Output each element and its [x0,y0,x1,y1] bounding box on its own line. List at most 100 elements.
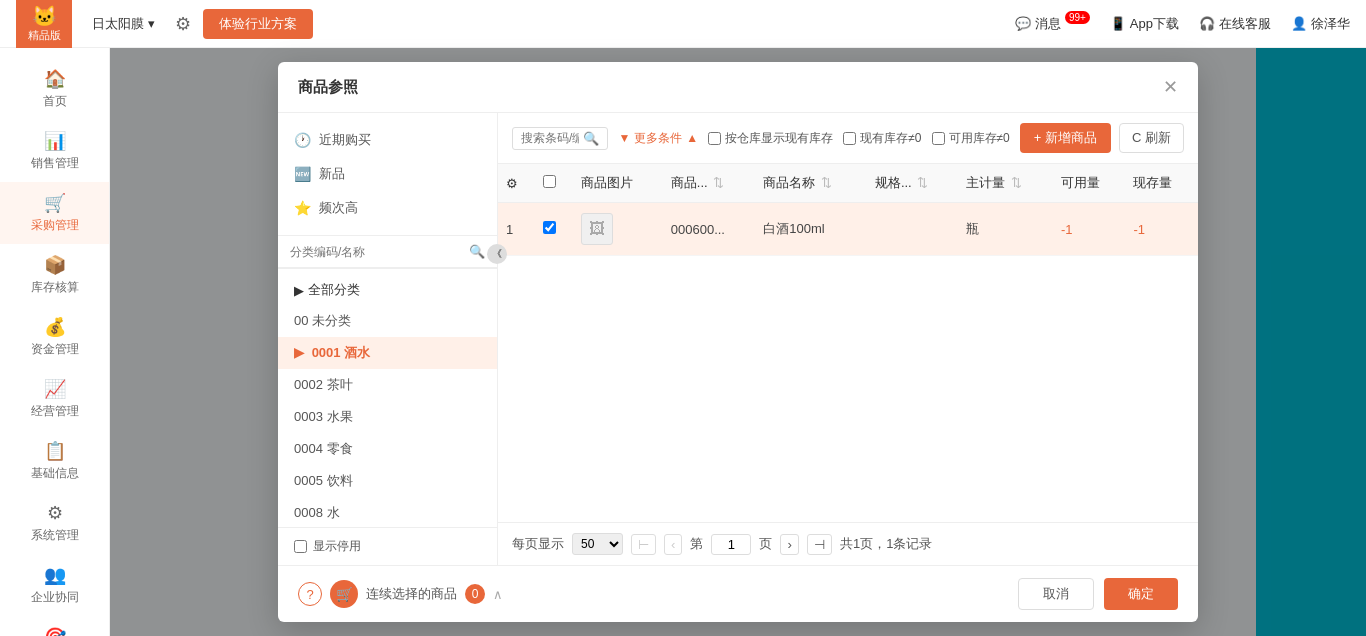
help-icon: ? [306,587,313,602]
col-code[interactable]: 商品... ⇅ [663,164,756,203]
category-item-drink[interactable]: 0005 饮料 [278,465,497,497]
modal-header: 商品参照 ✕ [278,62,1198,113]
category-search-input[interactable] [290,245,465,259]
col-unit[interactable]: 主计量 ⇅ [958,164,1052,203]
sidebar-item-label: 首页 [43,93,67,110]
filter-check-current-stock[interactable]: 现有库存≠0 [843,130,921,147]
sidebar-item-sales[interactable]: 📊 销售管理 [0,120,109,182]
total-info: 共1页，1条记录 [840,535,932,553]
sidebar-item-label: 企业协同 [31,589,79,606]
modal-nav-recent[interactable]: 🕐 近期购买 [278,123,497,157]
logo-sub: 精品版 [28,28,61,43]
page-input[interactable] [711,534,751,555]
page-size-select[interactable]: 50 10 20 100 [572,533,623,555]
table-row[interactable]: 1 🖼 000600... 白酒100ml 瓶 [498,203,1198,256]
chevron-up-small-icon: ▲ [686,131,698,145]
phone-icon: 📱 [1110,16,1126,31]
show-disabled-label: 显示停用 [313,538,361,555]
next-page-button[interactable]: › [780,534,798,555]
available-stock-checkbox[interactable] [932,132,945,145]
warehouse-stock-checkbox[interactable] [708,132,721,145]
col-spec[interactable]: 规格... ⇅ [867,164,959,203]
cancel-button[interactable]: 取消 [1018,578,1094,610]
row-spec [867,203,959,256]
logo: 🐱 精品版 [16,0,72,48]
confirm-button[interactable]: 确定 [1104,578,1178,610]
home-icon: 🏠 [44,68,66,90]
category-label: 全部分类 [308,281,360,299]
app-download-item[interactable]: 📱 App下载 [1110,15,1179,33]
modal-right-panel: 🔍 ▼ 更多条件 ▲ 按仓库显示现有库存 [498,113,1198,565]
message-label: 消息 [1035,15,1061,33]
select-all-checkbox[interactable] [543,175,556,188]
product-table: ⚙ 商品图片 商品... ⇅ 商品名称 [498,164,1198,256]
sidebar-item-stock[interactable]: 📦 库存核算 [0,244,109,306]
current-stock-checkbox[interactable] [843,132,856,145]
prev-page-button[interactable]: ‹ [664,534,682,555]
modal-close-button[interactable]: ✕ [1163,76,1178,98]
message-icon: 💬 [1015,16,1031,31]
collapse-button[interactable]: 《 [487,244,507,264]
nav-right: 💬 消息 99+ 📱 App下载 🎧 在线客服 👤 徐泽华 [1015,15,1350,33]
sidebar-item-collab[interactable]: 👥 企业协同 [0,554,109,616]
category-label: 0008 水 [294,505,340,520]
category-label: 0001 酒水 [312,345,371,360]
product-search-input[interactable] [521,131,579,145]
show-disabled-checkbox[interactable] [294,540,307,553]
add-product-button[interactable]: + 新增商品 [1020,123,1111,153]
product-modal: 商品参照 ✕ 🕐 近期购买 🆕 [278,62,1198,622]
last-page-button[interactable]: ⊣ [807,534,832,555]
filter-check-label: 按仓库显示现有库存 [725,130,833,147]
more-filters-button[interactable]: ▼ 更多条件 ▲ [618,130,698,147]
filter-check-available-stock[interactable]: 可用库存≠0 [932,130,1010,147]
col-stock[interactable]: 现存量 [1125,164,1198,203]
store-dropdown[interactable]: 日太阳膜 ▾ [84,11,163,37]
gear-icon[interactable]: ⚙ [175,13,191,35]
footer-info: ? 🛒 连续选择的商品 0 ∧ [298,580,503,608]
pagination-bar: 每页显示 50 10 20 100 ⊢ ‹ 第 页 [498,522,1198,565]
col-checkbox[interactable] [535,164,573,203]
modal-nav: 🕐 近期购买 🆕 新品 ⭐ 频次高 [278,113,497,236]
finance-icon: 💰 [44,316,66,338]
category-search-icon[interactable]: 🔍 [469,244,485,259]
new-icon: 🆕 [294,166,311,182]
user-item[interactable]: 👤 徐泽华 [1291,15,1350,33]
row-available: -1 [1053,203,1126,256]
sidebar-item-guide[interactable]: 🎯 新手引导 [0,616,109,636]
col-settings[interactable]: ⚙ [498,164,535,203]
refresh-button[interactable]: C 刷新 [1119,123,1184,153]
category-item-fruit[interactable]: 0003 水果 [278,401,497,433]
search-icon[interactable]: 🔍 [583,131,599,146]
category-item-tea[interactable]: 0002 茶叶 [278,369,497,401]
chevron-right-icon: ▶ [294,283,304,298]
filter-check-warehouse[interactable]: 按仓库显示现有库存 [708,130,833,147]
trial-button[interactable]: 体验行业方案 [203,9,313,39]
sidebar-item-info[interactable]: 📋 基础信息 [0,430,109,492]
sidebar-item-label: 资金管理 [31,341,79,358]
modal-nav-new[interactable]: 🆕 新品 [278,157,497,191]
sidebar-item-home[interactable]: 🏠 首页 [0,58,109,120]
sidebar-item-system[interactable]: ⚙ 系统管理 [0,492,109,554]
modal-nav-frequent[interactable]: ⭐ 频次高 [278,191,497,225]
first-page-button[interactable]: ⊢ [631,534,656,555]
help-button[interactable]: ? [298,582,322,606]
col-available[interactable]: 可用量 [1053,164,1126,203]
category-item-snack[interactable]: 0004 零食 [278,433,497,465]
row-select-checkbox[interactable] [543,221,556,234]
sidebar-item-finance[interactable]: 💰 资金管理 [0,306,109,368]
category-item-water[interactable]: 0008 水 [278,497,497,527]
row-name: 白酒100ml [755,203,867,256]
message-item[interactable]: 💬 消息 99+ [1015,15,1090,33]
category-item-unclassified[interactable]: 00 未分类 [278,305,497,337]
sidebar-item-management[interactable]: 📈 经营管理 [0,368,109,430]
category-item-liquor[interactable]: ▶ 0001 酒水 [278,337,497,369]
collapse-footer-icon[interactable]: ∧ [493,587,503,602]
row-checkbox[interactable] [535,203,573,256]
category-all[interactable]: ▶ 全部分类 [278,275,497,305]
sidebar-item-purchase[interactable]: 🛒 采购管理 [0,182,109,244]
col-name[interactable]: 商品名称 ⇅ [755,164,867,203]
service-item[interactable]: 🎧 在线客服 [1199,15,1271,33]
main-layout: 🏠 首页 📊 销售管理 🛒 采购管理 📦 库存核算 💰 资金管理 📈 经营管理 … [0,48,1366,636]
nav-item-label: 近期购买 [319,131,371,149]
category-label: 0003 水果 [294,409,353,424]
